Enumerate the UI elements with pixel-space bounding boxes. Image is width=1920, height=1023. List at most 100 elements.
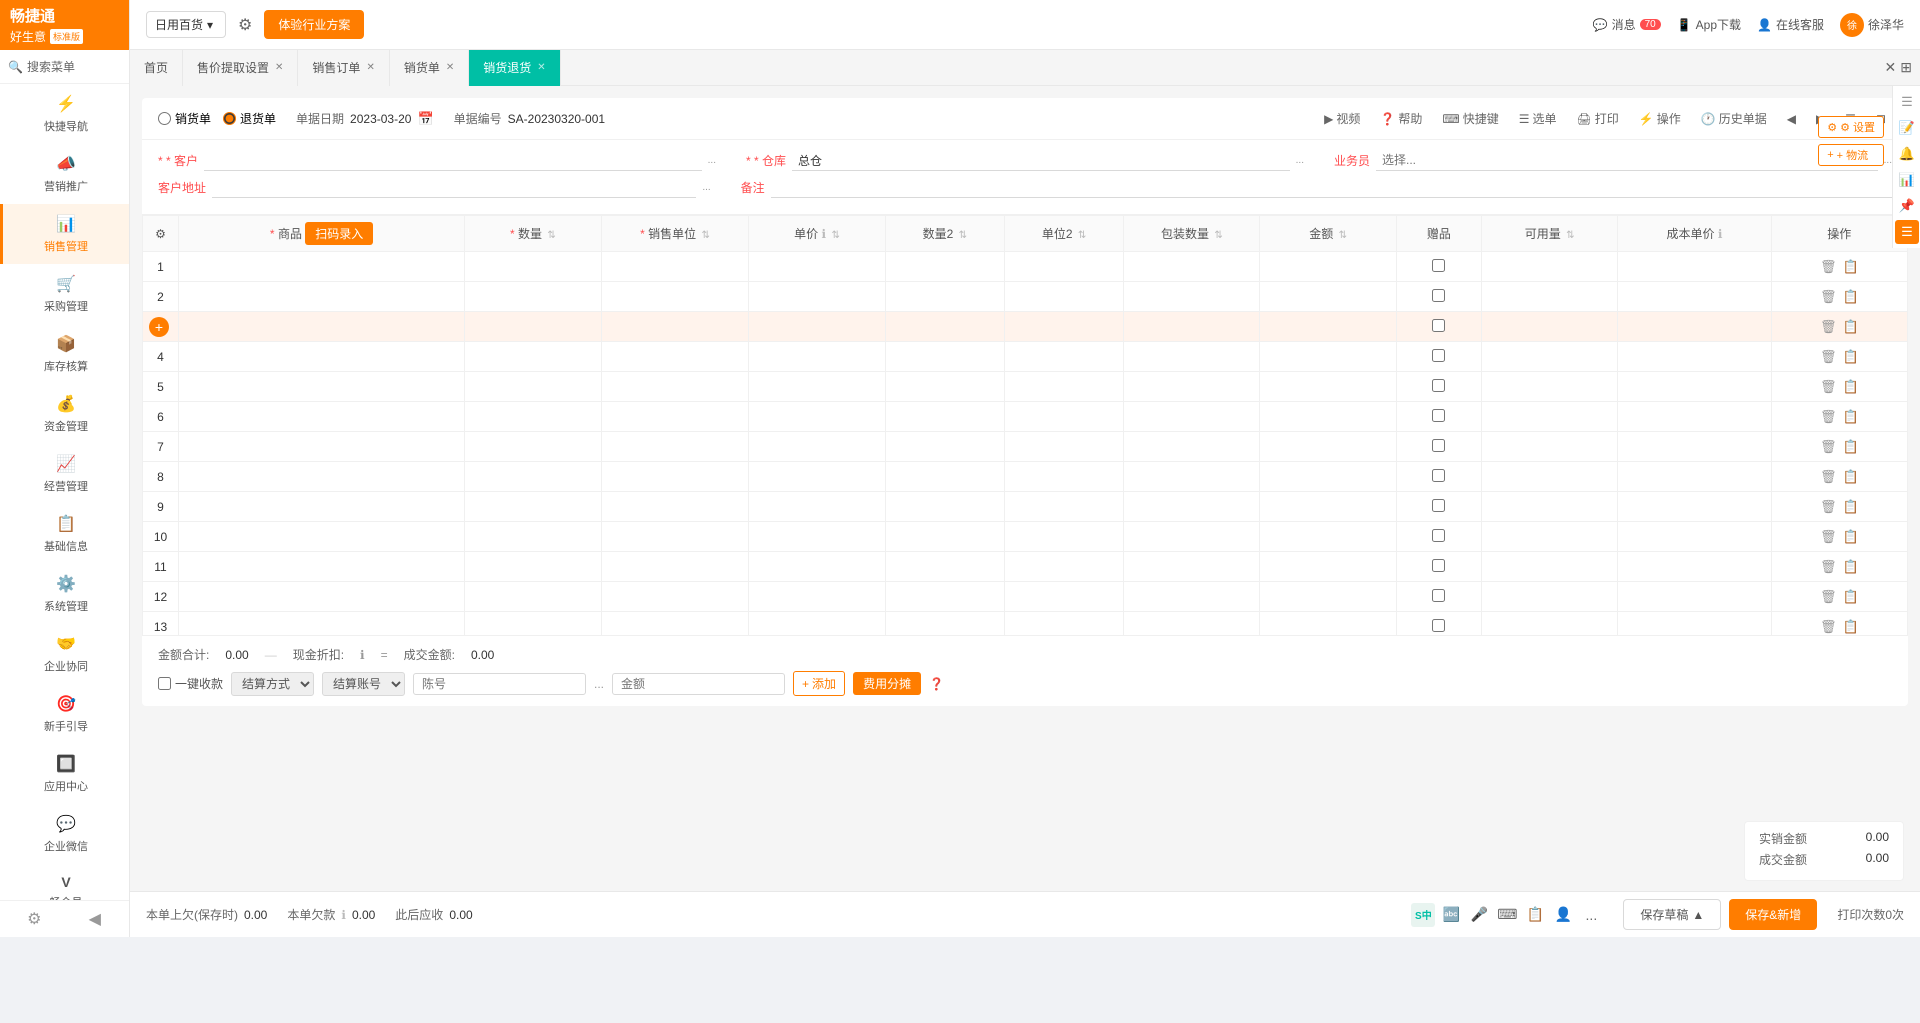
receipt-no-input[interactable]: [413, 673, 586, 695]
unit-price-cell-5[interactable]: [749, 372, 885, 402]
toolbar-icon-3[interactable]: 🎤: [1467, 903, 1491, 927]
qty-cell-2[interactable]: [465, 282, 601, 312]
customer-lookup-btn[interactable]: ...: [708, 155, 716, 166]
amount-cell-9[interactable]: [1260, 492, 1396, 522]
unit-price-cell-6[interactable]: [749, 402, 885, 432]
gift-checkbox-10[interactable]: [1432, 529, 1445, 542]
sidebar-item-basic[interactable]: 📋 基础信息: [0, 504, 129, 564]
app-download-btn[interactable]: 📱 App下载: [1677, 16, 1741, 33]
operate-btn[interactable]: ⚡ 操作: [1633, 108, 1687, 129]
unit-sort-icon[interactable]: ⇅: [701, 230, 709, 241]
right-panel-icon-5[interactable]: 📌: [1895, 194, 1919, 218]
user-info[interactable]: 徐 徐泽华: [1840, 13, 1904, 37]
col-settings[interactable]: ⚙: [143, 216, 179, 252]
trial-button[interactable]: 体验行业方案: [264, 10, 364, 39]
qty-cell-11[interactable]: [465, 552, 601, 582]
available-cell-8[interactable]: [1481, 462, 1617, 492]
unit-price-cell-2[interactable]: [749, 282, 885, 312]
radio-delivery-input[interactable]: [158, 112, 171, 125]
gift-checkbox-8[interactable]: [1432, 469, 1445, 482]
sales-unit-cell-6[interactable]: [601, 402, 749, 432]
delete-icon-13[interactable]: 🗑: [1820, 619, 1837, 635]
print-btn[interactable]: 🖨 打印: [1571, 108, 1625, 129]
customer-input[interactable]: [204, 150, 702, 171]
available-cell-4[interactable]: [1481, 342, 1617, 372]
qty2-cell-8[interactable]: [885, 462, 1004, 492]
qty-cell-5[interactable]: [465, 372, 601, 402]
unit2-cell-12[interactable]: [1004, 582, 1123, 612]
unit2-cell-11[interactable]: [1004, 552, 1123, 582]
sales-unit-cell-11[interactable]: [601, 552, 749, 582]
industry-dropdown[interactable]: 日用百货 ▾: [146, 11, 226, 38]
available-cell-1[interactable]: [1481, 252, 1617, 282]
copy-icon-4[interactable]: 📋: [1842, 349, 1858, 365]
product-cell-11[interactable]: [179, 552, 465, 582]
split-info-icon[interactable]: ❓: [929, 677, 944, 691]
copy-icon-11[interactable]: 📋: [1842, 559, 1858, 575]
sales-unit-cell-4[interactable]: [601, 342, 749, 372]
sidebar-item-marketing[interactable]: 📣 营销推广: [0, 144, 129, 204]
copy-icon-9[interactable]: 📋: [1842, 499, 1858, 515]
unit2-cell-3[interactable]: [1004, 312, 1123, 342]
sales-unit-cell-5[interactable]: [601, 372, 749, 402]
sales-unit-cell-8[interactable]: [601, 462, 749, 492]
qty2-cell-10[interactable]: [885, 522, 1004, 552]
qty2-cell-9[interactable]: [885, 492, 1004, 522]
gift-cell-7[interactable]: [1396, 432, 1481, 462]
unit2-sort-icon[interactable]: ⇅: [1078, 230, 1086, 241]
cost-price-cell-13[interactable]: [1618, 612, 1771, 636]
cost-price-cell-9[interactable]: [1618, 492, 1771, 522]
sales-unit-cell-7[interactable]: [601, 432, 749, 462]
qty-cell-3[interactable]: [465, 312, 601, 342]
tab-sales-delivery-close[interactable]: ✕: [446, 62, 454, 73]
gift-checkbox-9[interactable]: [1432, 499, 1445, 512]
gift-cell-12[interactable]: [1396, 582, 1481, 612]
delete-icon-2[interactable]: 🗑: [1820, 289, 1837, 305]
gift-checkbox-5[interactable]: [1432, 379, 1445, 392]
delete-icon-5[interactable]: 🗑: [1820, 379, 1837, 395]
available-cell-2[interactable]: [1481, 282, 1617, 312]
gift-checkbox-11[interactable]: [1432, 559, 1445, 572]
tab-more-btn[interactable]: ⊞: [1900, 59, 1912, 76]
sales-unit-cell-9[interactable]: [601, 492, 749, 522]
sidebar-collapse-btn[interactable]: ◀: [69, 909, 122, 929]
cost-price-cell-2[interactable]: [1618, 282, 1771, 312]
radio-return-input[interactable]: [223, 112, 236, 125]
sidebar-item-newguide[interactable]: 🎯 新手引导: [0, 684, 129, 744]
tab-close-btn[interactable]: ✕: [1885, 59, 1897, 76]
qty-cell-6[interactable]: [465, 402, 601, 432]
cost-price-cell-11[interactable]: [1618, 552, 1771, 582]
gift-cell-3[interactable]: [1396, 312, 1481, 342]
gift-cell-4[interactable]: [1396, 342, 1481, 372]
unit-price-cell-13[interactable]: [749, 612, 885, 636]
toolbar-icon-2[interactable]: 🔤: [1439, 903, 1463, 927]
warehouse-lookup-btn[interactable]: ...: [1296, 155, 1304, 166]
amount-cell-10[interactable]: [1260, 522, 1396, 552]
unit-price-info-icon[interactable]: ℹ: [822, 227, 827, 241]
available-cell-7[interactable]: [1481, 432, 1617, 462]
video-btn[interactable]: ▶ 视频: [1318, 108, 1366, 129]
available-cell-13[interactable]: [1481, 612, 1617, 636]
sales-unit-cell-13[interactable]: [601, 612, 749, 636]
pkg-qty-cell-8[interactable]: [1124, 462, 1260, 492]
save-new-btn[interactable]: 保存&新增: [1729, 899, 1817, 930]
gift-checkbox-3[interactable]: [1432, 319, 1445, 332]
sidebar-item-enterprise[interactable]: 🤝 企业协同: [0, 624, 129, 684]
tab-home[interactable]: 首页: [130, 50, 183, 86]
available-cell-6[interactable]: [1481, 402, 1617, 432]
copy-icon-5[interactable]: 📋: [1842, 379, 1858, 395]
sales-unit-cell-10[interactable]: [601, 522, 749, 552]
sidebar-item-purchase[interactable]: 🛒 采购管理: [0, 264, 129, 324]
tab-sales-return[interactable]: 销货退货 ✕: [469, 50, 560, 86]
amount-sort-icon[interactable]: ⇅: [1339, 230, 1347, 241]
sidebar-item-inventory[interactable]: 📦 库存核算: [0, 324, 129, 384]
payment-amount-input[interactable]: [612, 673, 785, 695]
unit-price-cell-3[interactable]: [749, 312, 885, 342]
sidebar-item-sales[interactable]: 📊 销售管理: [0, 204, 129, 264]
sales-unit-cell-12[interactable]: [601, 582, 749, 612]
settlement-select[interactable]: 结算方式: [231, 672, 314, 696]
cost-price-info-icon[interactable]: ℹ: [1718, 227, 1723, 241]
pkg-qty-cell-9[interactable]: [1124, 492, 1260, 522]
gift-checkbox-6[interactable]: [1432, 409, 1445, 422]
scan-barcode-btn[interactable]: 扫码录入: [305, 222, 373, 245]
